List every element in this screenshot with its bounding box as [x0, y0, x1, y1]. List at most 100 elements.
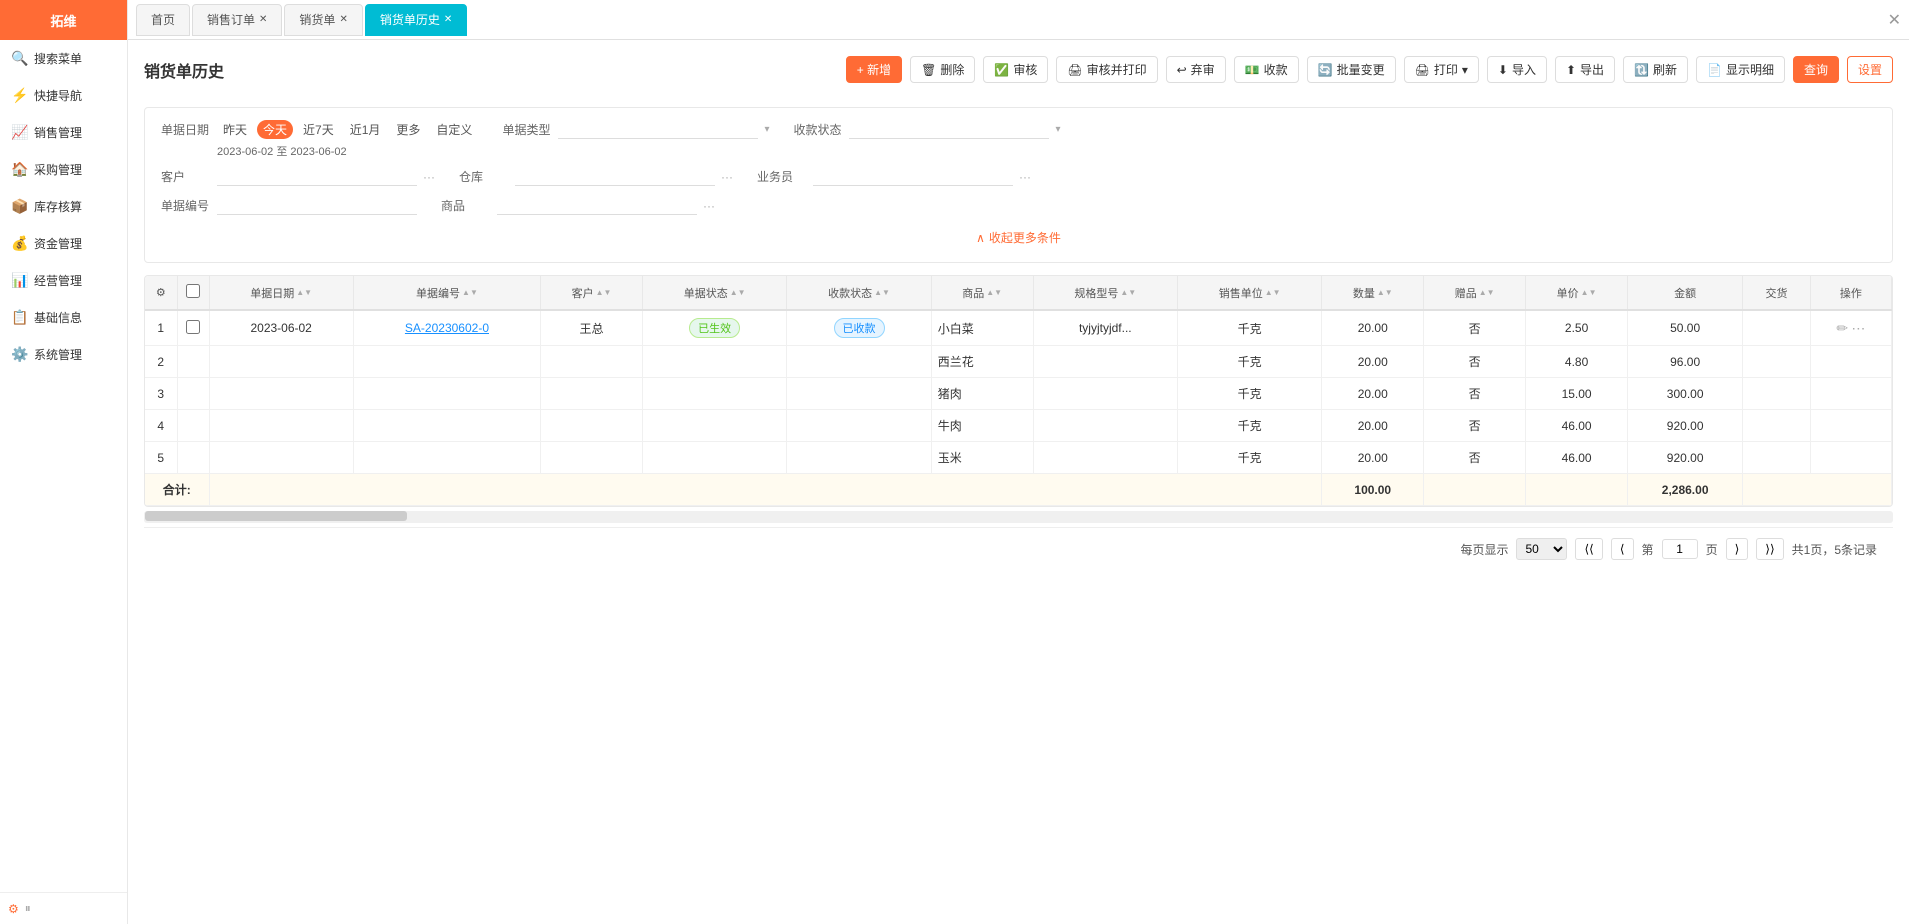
sidebar-item-search[interactable]: 🔍 搜索菜单 [0, 40, 127, 77]
review-print-button[interactable]: 🖨 审核并打印 [1056, 56, 1157, 83]
cell-gift-3: 否 [1424, 410, 1526, 442]
cell-docstatus-0: 已生效 [643, 310, 787, 346]
per-page-select[interactable]: 50 100 200 [1516, 538, 1567, 560]
th-price[interactable]: 单价 ▲▼ [1526, 276, 1628, 310]
delete-button[interactable]: 🗑 删除 [910, 56, 975, 83]
th-goods[interactable]: 商品 ▲▼ [931, 276, 1033, 310]
date-tag-today[interactable]: 今天 [257, 120, 293, 139]
th-customer[interactable]: 客户 ▲▼ [541, 276, 643, 310]
customer-more-icon[interactable]: ··· [423, 170, 435, 184]
th-payment-status[interactable]: 收款状态 ▲▼ [787, 276, 931, 310]
export-button[interactable]: ⬆ 导出 [1555, 56, 1615, 83]
import-button[interactable]: ⬇ 导入 [1487, 56, 1547, 83]
sidebar-bottom-icon2[interactable]: ⏸ [25, 901, 31, 916]
query-button[interactable]: 查询 [1793, 56, 1839, 83]
pagination: 每页显示 50 100 200 ⟨⟨ ⟨ 第 页 ⟩ ⟩⟩ 共1页，5条记录 [144, 527, 1893, 570]
scroll-bar[interactable] [144, 511, 1893, 523]
cell-unit-0: 千克 [1177, 310, 1321, 346]
th-doc-status[interactable]: 单据状态 ▲▼ [643, 276, 787, 310]
abandon-button[interactable]: ↩ 弃审 [1166, 56, 1226, 83]
next-page-button[interactable]: ⟩ [1726, 538, 1749, 560]
warehouse-input[interactable] [515, 167, 715, 186]
th-gift[interactable]: 赠品 ▲▼ [1424, 276, 1526, 310]
row-checkbox-0[interactable] [186, 320, 200, 334]
payment-status-dropdown-icon[interactable]: ▾ [1055, 124, 1060, 135]
edit-icon-0[interactable]: ✏ [1836, 320, 1848, 336]
sidebar-item-purchase[interactable]: 🏠 采购管理 [0, 151, 127, 188]
display-button[interactable]: 📄 显示明细 [1696, 56, 1785, 83]
sidebar-bottom-icon1[interactable]: ⚙ [8, 902, 19, 916]
collapse-button[interactable]: ∧ 收起更多条件 [972, 225, 1065, 250]
customer-input[interactable] [217, 167, 417, 186]
doc-number-input[interactable] [217, 196, 417, 215]
prev-page-button[interactable]: ⟨ [1611, 538, 1634, 560]
th-amount: 金额 [1628, 276, 1743, 310]
cell-paystatus-2 [787, 378, 931, 410]
settings-button[interactable]: 设置 [1847, 56, 1893, 83]
filter-row-3: 单据编号 商品 ··· [161, 196, 1876, 215]
cell-num-4: 5 [145, 442, 177, 474]
doc-type-dropdown-icon[interactable]: ▾ [764, 124, 769, 135]
summary-gift-spacer [1424, 474, 1526, 506]
cell-customer-0: 王总 [541, 310, 643, 346]
th-date[interactable]: 单据日期 ▲▼ [209, 276, 353, 310]
sidebar-item-quick-nav[interactable]: ⚡ 快捷导航 [0, 77, 127, 114]
quick-nav-icon: ⚡ [12, 88, 28, 104]
salesperson-input[interactable] [813, 167, 1013, 186]
select-all-checkbox[interactable] [186, 284, 200, 298]
refresh-button[interactable]: 🔃 刷新 [1623, 56, 1688, 83]
cell-action-3 [1810, 410, 1891, 442]
tab-history[interactable]: 销货单历史 ✕ [365, 4, 467, 36]
date-tag-1month[interactable]: 近1月 [344, 120, 387, 139]
tab-close-all[interactable]: ✕ [1888, 10, 1901, 30]
print-icon: 🖨 [1415, 63, 1430, 77]
tab-history-close[interactable]: ✕ [444, 14, 452, 25]
payment-status-input[interactable] [849, 120, 1049, 139]
page-input[interactable] [1662, 539, 1698, 559]
date-tag-more[interactable]: 更多 [390, 120, 426, 139]
cell-cb-2 [177, 378, 209, 410]
cell-docno-0[interactable]: SA-20230602-0 [353, 310, 540, 346]
tab-home[interactable]: 首页 [136, 4, 190, 36]
first-page-button[interactable]: ⟨⟨ [1575, 538, 1602, 560]
new-button[interactable]: + 新增 [846, 56, 902, 83]
tab-sales-order-close[interactable]: ✕ [259, 14, 267, 25]
salesperson-more-icon[interactable]: ··· [1019, 170, 1031, 184]
th-doc-no[interactable]: 单据编号 ▲▼ [353, 276, 540, 310]
table-row: 4 牛肉 千克 20.00 否 46.00 920.00 [145, 410, 1892, 442]
more-icon-0[interactable]: ⋯ [1851, 320, 1865, 336]
tab-sales-order[interactable]: 销售订单 ✕ [192, 4, 282, 36]
scroll-thumb[interactable] [145, 511, 407, 521]
date-tag-yesterday[interactable]: 昨天 [217, 120, 253, 139]
th-unit[interactable]: 销售单位 ▲▼ [1177, 276, 1321, 310]
summary-price-spacer [1526, 474, 1628, 506]
collect-button[interactable]: 💵 收款 [1234, 56, 1299, 83]
table-row: 1 2023-06-02 SA-20230602-0 王总 已生效 已收款 小白… [145, 310, 1892, 346]
th-spec[interactable]: 规格型号 ▲▼ [1033, 276, 1177, 310]
sidebar-item-inventory[interactable]: 📦 库存核算 [0, 188, 127, 225]
tab-sales-goods-close[interactable]: ✕ [339, 14, 347, 25]
cell-date-0: 2023-06-02 [209, 310, 353, 346]
sidebar-item-fund[interactable]: 💰 资金管理 [0, 225, 127, 262]
th-gear[interactable]: ⚙ [145, 276, 177, 310]
last-page-button[interactable]: ⟩⟩ [1756, 538, 1783, 560]
sidebar-item-business[interactable]: 📊 经营管理 [0, 262, 127, 299]
goods-more-icon[interactable]: ··· [703, 199, 715, 213]
page-suffix: 页 [1706, 541, 1718, 558]
sidebar-item-sys[interactable]: ⚙️ 系统管理 [0, 336, 127, 373]
sidebar-item-basic[interactable]: 📋 基础信息 [0, 299, 127, 336]
warehouse-more-icon[interactable]: ··· [721, 170, 733, 184]
toolbar: + 新增 🗑 删除 ✅ 审核 🖨 审核并打印 ↩ 弃审 [846, 56, 1893, 83]
gear-settings-icon[interactable]: ⚙ [156, 287, 166, 299]
th-qty[interactable]: 数量 ▲▼ [1322, 276, 1424, 310]
doc-type-input[interactable] [558, 120, 758, 139]
batch-change-button[interactable]: 🔄 批量变更 [1307, 56, 1396, 83]
print-button[interactable]: 🖨 打印 ▾ [1404, 56, 1479, 83]
tab-sales-goods[interactable]: 销货单 ✕ [284, 4, 362, 36]
review-button[interactable]: ✅ 审核 [983, 56, 1048, 83]
date-tag-custom[interactable]: 自定义 [430, 120, 478, 139]
doc-no-link-0[interactable]: SA-20230602-0 [405, 321, 489, 335]
goods-input[interactable] [497, 196, 697, 215]
sidebar-item-sales[interactable]: 📈 销售管理 [0, 114, 127, 151]
date-tag-7days[interactable]: 近7天 [297, 120, 340, 139]
